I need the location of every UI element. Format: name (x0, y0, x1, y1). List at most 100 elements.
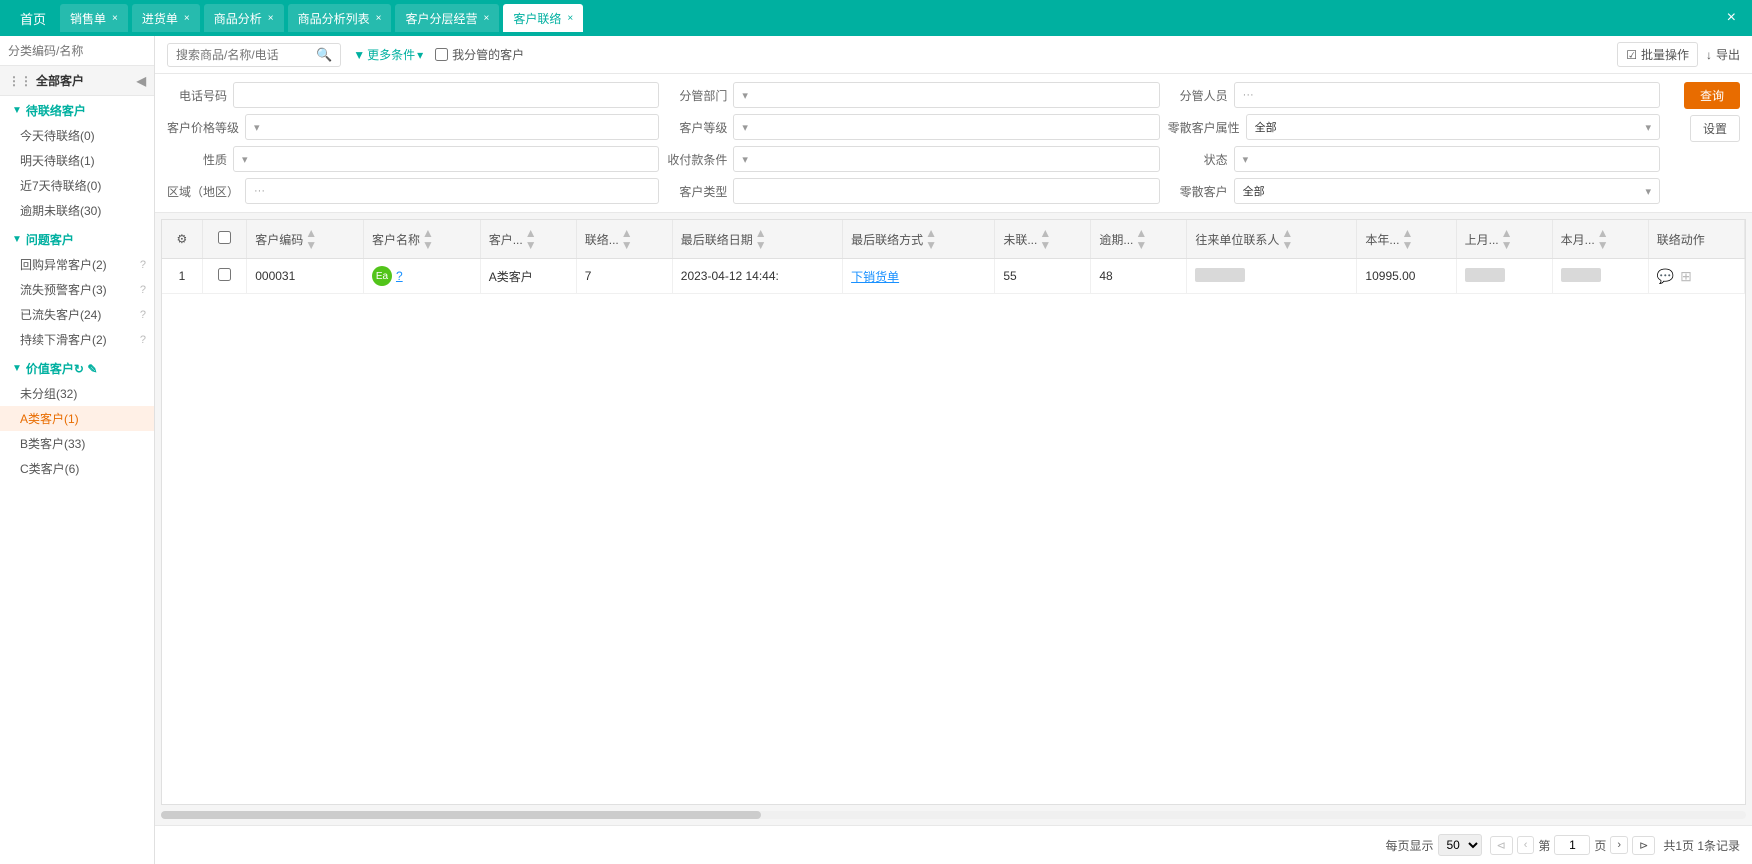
sidebar-item-c-class[interactable]: C类客户(6) (0, 456, 154, 481)
batch-op-button[interactable]: ☑ 批量操作 (1617, 42, 1698, 67)
retail-customer-value: 全部 (1243, 183, 1265, 199)
tab-customer-segment[interactable]: 客户分层经营 × (395, 4, 499, 32)
customer-name[interactable]: ? (396, 269, 403, 283)
sidebar-item-churned[interactable]: 已流失客户(24) ? (0, 302, 154, 327)
sidebar-item-7days[interactable]: 近7天待联络(0) (0, 173, 154, 198)
next-page-button[interactable]: › (1610, 836, 1628, 854)
sort-icon[interactable]: ▲▼ (1597, 227, 1609, 251)
col-unit-contact[interactable]: 往来单位联系人 ▲▼ (1187, 220, 1357, 259)
scroll-thumb[interactable] (161, 811, 761, 819)
sort-icon[interactable]: ▲▼ (755, 227, 767, 251)
sidebar-item-overdue[interactable]: 逾期未联络(30) (0, 198, 154, 223)
select-all-checkbox[interactable] (218, 231, 231, 244)
last-method-cell[interactable]: 下销货单 (843, 259, 995, 294)
price-level-input[interactable]: ▾ (245, 114, 659, 140)
collapse-icon[interactable]: ◀ (137, 74, 146, 88)
refresh-icon[interactable]: ↻ (74, 362, 84, 376)
status-input[interactable]: ▾ (1234, 146, 1660, 172)
sort-icon[interactable]: ▲▼ (1039, 227, 1051, 251)
tab-customer-contact[interactable]: 客户联络 × (503, 4, 583, 32)
tab-product-list[interactable]: 商品分析列表 × (288, 4, 392, 32)
close-icon[interactable]: × (184, 13, 190, 24)
sidebar-search-input[interactable] (8, 44, 155, 58)
close-icon[interactable]: × (483, 13, 489, 24)
sidebar-item-unclassified[interactable]: 未分组(32) (0, 381, 154, 406)
group-problem-header[interactable]: ▼ 问题客户 (0, 227, 154, 252)
qr-icon[interactable]: ⊞ (1680, 268, 1692, 285)
edit-icon[interactable]: ✎ (87, 362, 97, 376)
sidebar-item-declining[interactable]: 持续下滑客户(2) ? (0, 327, 154, 352)
retail-attr-input[interactable]: 全部 ▾ (1246, 114, 1660, 140)
close-icon[interactable]: × (376, 13, 382, 24)
sort-icon[interactable]: ▲▼ (925, 227, 937, 251)
col-code[interactable]: 客户编码 ▲▼ (247, 220, 364, 259)
settings-button[interactable]: 设置 (1690, 115, 1740, 142)
close-icon[interactable]: × (268, 13, 274, 24)
per-page-select[interactable]: 50 (1438, 834, 1482, 856)
close-icon[interactable]: × (567, 13, 573, 24)
sort-icon[interactable]: ▲▼ (1281, 227, 1293, 251)
sort-icon[interactable]: ▲▼ (305, 227, 317, 251)
first-page-button[interactable]: ⊲ (1490, 836, 1513, 855)
col-no-contact-label: 未联... (1003, 231, 1037, 248)
region-input[interactable]: ··· (245, 178, 659, 204)
col-level[interactable]: 客户... ▲▼ (480, 220, 576, 259)
col-overdue[interactable]: 逾期... ▲▼ (1091, 220, 1187, 259)
my-customers-check[interactable] (435, 48, 448, 61)
region-label: 区域（地区） (167, 183, 239, 200)
group-value-header[interactable]: ▼ 价值客户 ↻ ✎ (0, 356, 154, 381)
tab-sales[interactable]: 销售单 × (60, 4, 128, 32)
check-cell[interactable] (202, 259, 246, 294)
close-icon[interactable]: × (112, 13, 118, 24)
sort-icon[interactable]: ▲▼ (525, 227, 537, 251)
last-page-button[interactable]: ⊳ (1632, 836, 1655, 855)
search-input[interactable] (176, 48, 316, 62)
home-tab[interactable]: 首页 (8, 9, 58, 28)
more-conditions-button[interactable]: ▼ 更多条件 ▾ (353, 46, 423, 63)
sidebar-item-a-class[interactable]: A类客户(1) (0, 406, 154, 431)
customer-level-input[interactable]: ▾ (733, 114, 1159, 140)
col-last-month[interactable]: 上月... ▲▼ (1456, 220, 1552, 259)
sort-icon[interactable]: ▲▼ (422, 227, 434, 251)
col-contact[interactable]: 联络... ▲▼ (576, 220, 672, 259)
col-last-method[interactable]: 最后联络方式 ▲▼ (843, 220, 995, 259)
payment-input[interactable]: ▾ (733, 146, 1159, 172)
col-name[interactable]: 客户名称 ▲▼ (363, 220, 480, 259)
manager-label: 分管人员 (1168, 87, 1228, 104)
sort-icon[interactable]: ▲▼ (621, 227, 633, 251)
search-icon[interactable]: 🔍 (316, 47, 332, 63)
prev-page-button[interactable]: ‹ (1517, 836, 1535, 854)
horizontal-scrollbar[interactable] (161, 811, 1746, 819)
sidebar-item-tomorrow[interactable]: 明天待联络(1) (0, 148, 154, 173)
last-method-link[interactable]: 下销货单 (851, 270, 899, 284)
sidebar-item-today[interactable]: 今天待联络(0) (0, 123, 154, 148)
tab-product-analysis[interactable]: 商品分析 × (204, 4, 284, 32)
phone-input[interactable] (233, 82, 659, 108)
export-button[interactable]: ↓ 导出 (1706, 42, 1740, 67)
col-this-year[interactable]: 本年... ▲▼ (1357, 220, 1456, 259)
customer-type-input[interactable] (733, 178, 1159, 204)
sort-icon[interactable]: ▲▼ (1501, 227, 1513, 251)
sidebar-item-churn-warning[interactable]: 流失预警客户(3) ? (0, 277, 154, 302)
query-button[interactable]: 查询 (1684, 82, 1740, 109)
retail-customer-input[interactable]: 全部 ▾ (1234, 178, 1660, 204)
dept-input[interactable]: ▾ (733, 82, 1159, 108)
col-no-contact[interactable]: 未联... ▲▼ (995, 220, 1091, 259)
row-checkbox[interactable] (218, 268, 231, 281)
col-check[interactable] (202, 220, 246, 259)
group-pending-header[interactable]: ▼ 待联络客户 (0, 98, 154, 123)
manager-input[interactable]: ··· (1234, 82, 1660, 108)
tab-purchase[interactable]: 进货单 × (132, 4, 200, 32)
close-all-button[interactable]: × (1719, 9, 1744, 27)
col-settings[interactable]: ⚙ (162, 220, 202, 259)
sidebar-item-b-class[interactable]: B类客户(33) (0, 431, 154, 456)
sort-icon[interactable]: ▲▼ (1135, 227, 1147, 251)
nature-input[interactable]: ▾ (233, 146, 659, 172)
sidebar-item-repurchase-abnormal[interactable]: 回购异常客户(2) ? (0, 252, 154, 277)
chat-icon[interactable]: 💬 (1657, 268, 1674, 285)
my-customers-checkbox[interactable]: 我分管的客户 (435, 46, 524, 63)
page-number-input[interactable] (1554, 835, 1590, 855)
sort-icon[interactable]: ▲▼ (1401, 227, 1413, 251)
col-this-month[interactable]: 本月... ▲▼ (1552, 220, 1648, 259)
col-last-date[interactable]: 最后联络日期 ▲▼ (672, 220, 842, 259)
